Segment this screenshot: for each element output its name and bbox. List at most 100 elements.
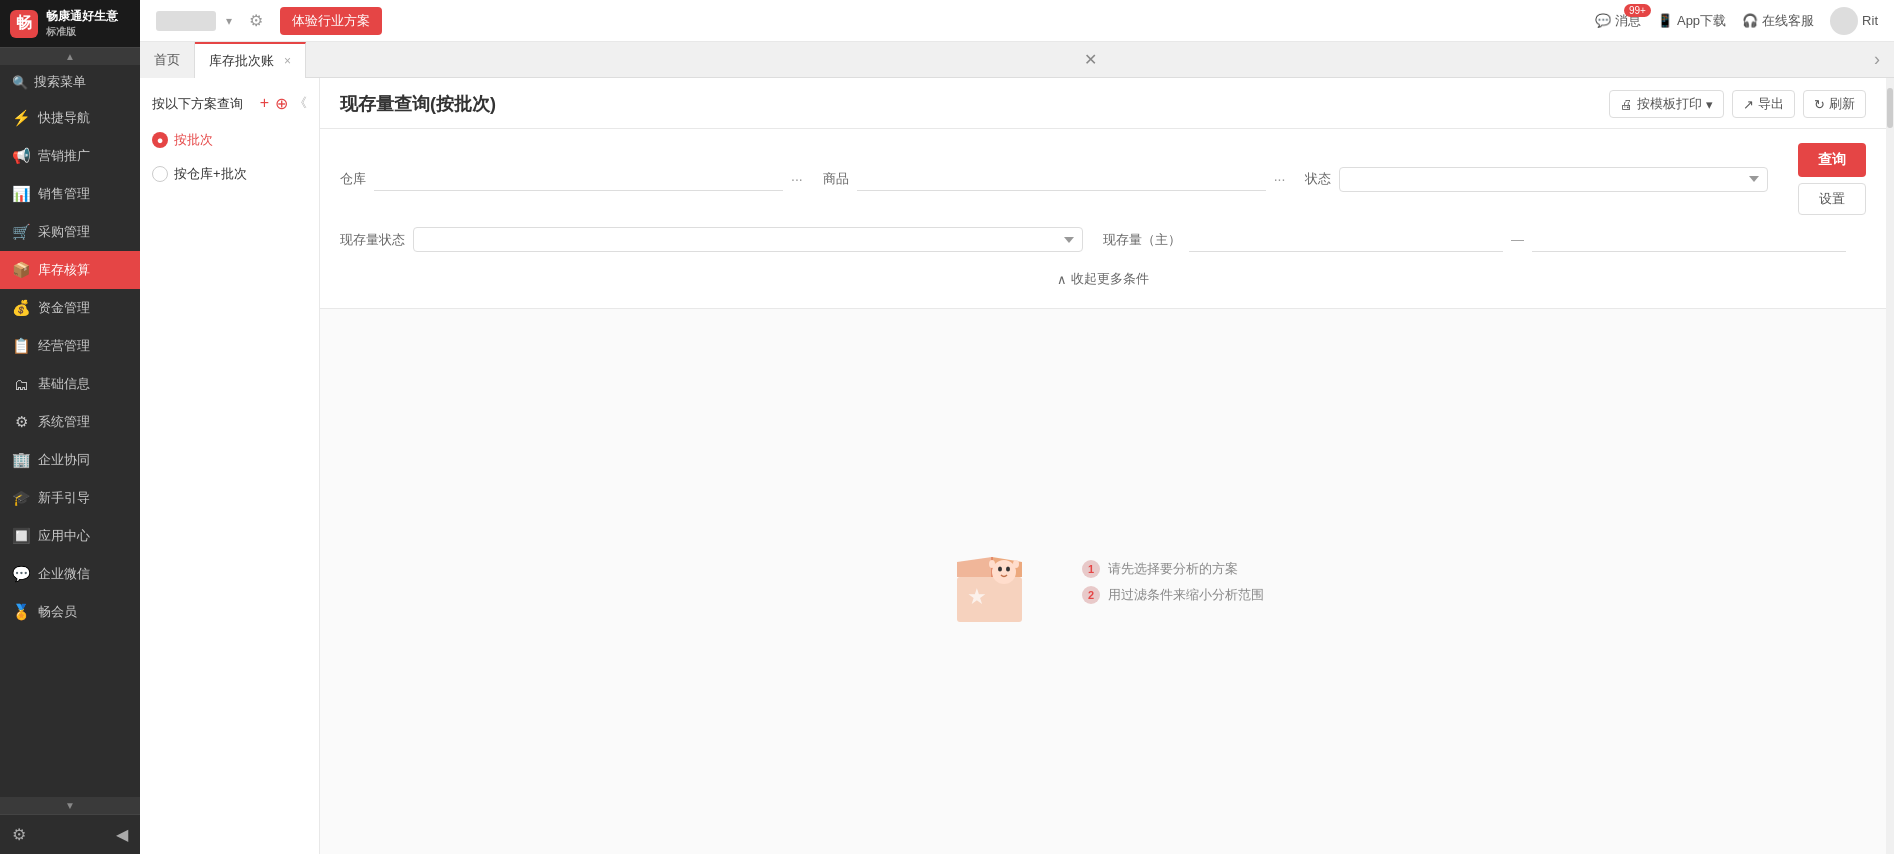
tab-close-icon[interactable]: ×	[284, 54, 291, 68]
topbar-gear-icon[interactable]: ⚙	[242, 7, 270, 35]
member-icon: 🏅	[12, 603, 30, 621]
inventory-main-to[interactable]	[1532, 228, 1846, 252]
sidebar-item-basic[interactable]: 🗂 基础信息	[0, 365, 140, 403]
sidebar-item-marketing[interactable]: 📢 营销推广	[0, 137, 140, 175]
add-scheme-icon[interactable]: +	[260, 94, 269, 113]
svg-text:★: ★	[967, 584, 987, 609]
print-btn[interactable]: 🖨 按模板打印 ▾	[1609, 90, 1724, 118]
svg-point-7	[1006, 566, 1010, 571]
empty-tip-1: 1 请先选择要分析的方案	[1082, 560, 1264, 578]
topbar-right: 💬 消息 99+ 📱 App下载 🎧 在线客服 Rit	[1595, 7, 1878, 35]
tab-home[interactable]: 首页	[140, 42, 195, 78]
inventory-main-field: 现存量（主） —	[1103, 228, 1846, 252]
tab-more-icon[interactable]: ›	[1874, 49, 1880, 70]
sidebar-item-operation[interactable]: 📋 经营管理	[0, 327, 140, 365]
enterprise-icon: 🏢	[12, 451, 30, 469]
scheme-item-by-warehouse-batch[interactable]: 按仓库+批次	[140, 157, 319, 191]
warehouse-more-icon[interactable]: ···	[791, 171, 803, 187]
sidebar-item-label: 畅会员	[38, 603, 77, 621]
export-btn[interactable]: ↗ 导出	[1732, 90, 1795, 118]
sidebar-item-label: 库存核算	[38, 261, 90, 279]
left-panel-header: 按以下方案查询 + ⊕ 《	[140, 88, 319, 123]
sidebar-item-finance[interactable]: 💰 资金管理	[0, 289, 140, 327]
sidebar-item-member[interactable]: 🏅 畅会员	[0, 593, 140, 631]
sidebar-item-label: 快捷导航	[38, 109, 90, 127]
message-icon: 💬	[1595, 13, 1611, 28]
inventory-main-from[interactable]	[1189, 228, 1503, 252]
avatar	[1830, 7, 1858, 35]
scrollbar-thumb[interactable]	[1887, 88, 1893, 128]
tip1-text: 请先选择要分析的方案	[1108, 560, 1238, 578]
sidebar-item-quick-nav[interactable]: ⚡ 快捷导航	[0, 99, 140, 137]
phone-icon: 📱	[1657, 13, 1673, 28]
empty-tip-2: 2 用过滤条件来缩小分析范围	[1082, 586, 1264, 604]
sidebar-item-sales[interactable]: 📊 销售管理	[0, 175, 140, 213]
messages-btn[interactable]: 💬 消息 99+	[1595, 12, 1641, 30]
user-profile-btn[interactable]: Rit	[1830, 7, 1878, 35]
warehouse-input[interactable]	[374, 167, 783, 191]
status-select[interactable]: 全部	[1339, 167, 1768, 192]
svg-point-9	[1013, 560, 1019, 568]
search-icon: 🔍	[12, 75, 28, 90]
scroll-down-btn[interactable]: ▼	[0, 797, 140, 814]
settings-btn[interactable]: 设置	[1798, 183, 1866, 215]
breadcrumb-dropdown-icon[interactable]: ▾	[226, 14, 232, 28]
scheme-item-label: 按批次	[174, 131, 213, 149]
tab-home-label: 首页	[154, 51, 180, 69]
settings-scheme-icon[interactable]: ⊕	[275, 94, 288, 113]
sidebar-item-appstore[interactable]: 🔲 应用中心	[0, 517, 140, 555]
sidebar-item-label: 营销推广	[38, 147, 90, 165]
experience-btn[interactable]: 体验行业方案	[280, 7, 382, 35]
online-service-btn[interactable]: 🎧 在线客服	[1742, 12, 1814, 30]
refresh-btn[interactable]: ↻ 刷新	[1803, 90, 1866, 118]
left-panel-actions: + ⊕ 《	[260, 94, 307, 113]
sidebar-item-label: 系统管理	[38, 413, 90, 431]
sidebar-item-newbie[interactable]: 🎓 新手引导	[0, 479, 140, 517]
sidebar-item-label: 资金管理	[38, 299, 90, 317]
sidebar-item-label: 新手引导	[38, 489, 90, 507]
tab-inventory-batch[interactable]: 库存批次账 ×	[195, 42, 306, 78]
app-subtitle: 标准版	[46, 25, 118, 39]
collapse-panel-icon[interactable]: 《	[294, 94, 307, 113]
app-download-btn[interactable]: 📱 App下载	[1657, 12, 1726, 30]
sidebar-item-label: 企业协同	[38, 451, 90, 469]
username-label: Rit	[1862, 13, 1878, 28]
sidebar-item-enterprise[interactable]: 🏢 企业协同	[0, 441, 140, 479]
page-header-actions: 🖨 按模板打印 ▾ ↗ 导出 ↻ 刷新	[1609, 90, 1866, 118]
warehouse-label: 仓库	[340, 170, 366, 188]
newbie-icon: 🎓	[12, 489, 30, 507]
sidebar-item-inventory[interactable]: 📦 库存核算	[0, 251, 140, 289]
page-header: 现存量查询(按批次) 🖨 按模板打印 ▾ ↗ 导出 ↻ 刷新	[320, 78, 1886, 129]
inventory-status-select[interactable]	[413, 227, 1083, 252]
appstore-icon: 🔲	[12, 527, 30, 545]
search-menu[interactable]: 🔍 搜索菜单	[0, 65, 140, 99]
marketing-icon: 📢	[12, 147, 30, 165]
collapse-icon: ∧	[1057, 272, 1067, 287]
query-btn[interactable]: 查询	[1798, 143, 1866, 177]
quick-nav-icon: ⚡	[12, 109, 30, 127]
settings-footer-icon[interactable]: ⚙	[12, 825, 26, 844]
right-scrollbar[interactable]	[1886, 78, 1894, 854]
search-menu-label: 搜索菜单	[34, 73, 86, 91]
scroll-up-btn[interactable]: ▲	[0, 48, 140, 65]
page-title: 现存量查询(按批次)	[340, 92, 496, 116]
left-panel: 按以下方案查询 + ⊕ 《 ● 按批次 按仓库+批次	[140, 78, 320, 854]
panel-close-btn[interactable]: ✕	[1070, 42, 1111, 78]
product-input[interactable]	[857, 167, 1266, 191]
product-more-icon[interactable]: ···	[1274, 171, 1286, 187]
sidebar-item-wechat[interactable]: 💬 企业微信	[0, 555, 140, 593]
scheme-item-by-batch[interactable]: ● 按批次	[140, 123, 319, 157]
svg-marker-1	[957, 557, 992, 577]
sidebar-item-system[interactable]: ⚙ 系统管理	[0, 403, 140, 441]
finance-icon: 💰	[12, 299, 30, 317]
breadcrumb	[156, 11, 216, 31]
inactive-dot	[152, 166, 168, 182]
app-download-label: App下载	[1677, 12, 1726, 30]
purchase-icon: 🛒	[12, 223, 30, 241]
headset-icon: 🎧	[1742, 13, 1758, 28]
tab-active-label: 库存批次账	[209, 52, 274, 70]
collapse-row[interactable]: ∧ 收起更多条件	[340, 264, 1866, 294]
collapse-sidebar-icon[interactable]: ◀	[116, 825, 128, 844]
svg-point-6	[998, 566, 1002, 571]
sidebar-item-purchase[interactable]: 🛒 采购管理	[0, 213, 140, 251]
